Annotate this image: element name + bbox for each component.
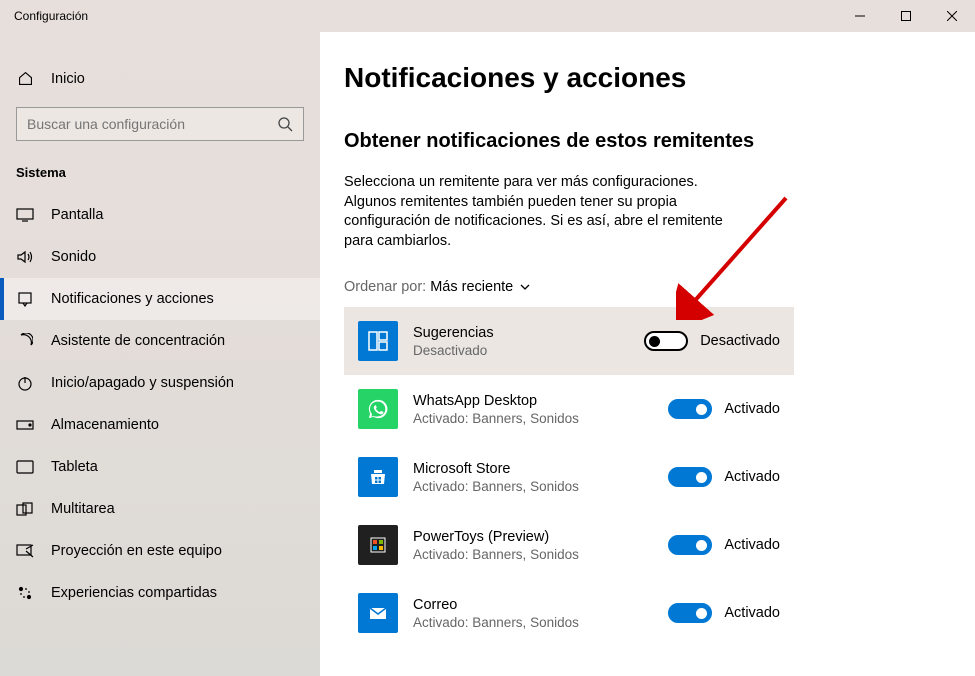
- sound-icon: [16, 249, 34, 265]
- sort-dropdown[interactable]: Ordenar por: Más reciente: [344, 279, 975, 295]
- sender-name: WhatsApp Desktop: [413, 393, 653, 409]
- toggle-powertoys[interactable]: [668, 535, 712, 555]
- senders-section-title: Obtener notificaciones de estos remitent…: [344, 130, 975, 153]
- sugerencias-icon: [358, 321, 398, 361]
- sender-correo[interactable]: Correo Activado: Banners, Sonidos Activa…: [344, 579, 794, 647]
- nav-label: Asistente de concentración: [51, 333, 225, 349]
- sender-status: Activado: Banners, Sonidos: [413, 411, 653, 426]
- sender-status: Activado: Banners, Sonidos: [413, 479, 653, 494]
- sender-whatsapp[interactable]: WhatsApp Desktop Activado: Banners, Soni…: [344, 375, 794, 443]
- toggle-store[interactable]: [668, 467, 712, 487]
- notifications-icon: [16, 291, 34, 307]
- toggle-label: Desactivado: [700, 333, 780, 349]
- sender-status: Desactivado: [413, 343, 629, 358]
- nav-pantalla[interactable]: Pantalla: [0, 194, 320, 236]
- chevron-down-icon: [519, 279, 531, 295]
- projection-icon: [16, 544, 34, 558]
- maximize-button[interactable]: [883, 0, 929, 32]
- nav-label: Sonido: [51, 249, 96, 265]
- nav-projection[interactable]: Proyección en este equipo: [0, 530, 320, 572]
- senders-list: Sugerencias Desactivado Desactivado What…: [344, 307, 794, 647]
- nav-label: Inicio/apagado y suspensión: [51, 375, 234, 391]
- mail-icon: [358, 593, 398, 633]
- nav-sonido[interactable]: Sonido: [0, 236, 320, 278]
- toggle-label: Activado: [724, 469, 780, 485]
- nav-label: Almacenamiento: [51, 417, 159, 433]
- nav-label: Tableta: [51, 459, 98, 475]
- main-panel: Notificaciones y acciones Obtener notifi…: [320, 32, 975, 676]
- sender-sugerencias[interactable]: Sugerencias Desactivado Desactivado: [344, 307, 794, 375]
- sender-status: Activado: Banners, Sonidos: [413, 615, 653, 630]
- page-title: Notificaciones y acciones: [344, 62, 975, 94]
- sender-name: PowerToys (Preview): [413, 529, 653, 545]
- nav-power[interactable]: Inicio/apagado y suspensión: [0, 362, 320, 404]
- toggle-whatsapp[interactable]: [668, 399, 712, 419]
- sender-name: Sugerencias: [413, 325, 629, 341]
- sender-name: Correo: [413, 597, 653, 613]
- sort-value: Más reciente: [430, 279, 513, 295]
- sender-store[interactable]: Microsoft Store Activado: Banners, Sonid…: [344, 443, 794, 511]
- tablet-icon: [16, 460, 34, 474]
- sidebar-section-label: Sistema: [0, 159, 320, 194]
- window-title: Configuración: [14, 9, 837, 23]
- nav-asistente[interactable]: Asistente de concentración: [0, 320, 320, 362]
- nav-label: Proyección en este equipo: [51, 543, 222, 559]
- titlebar: Configuración: [0, 0, 975, 32]
- nav-label: Pantalla: [51, 207, 103, 223]
- nav-notificaciones[interactable]: Notificaciones y acciones: [0, 278, 320, 320]
- home-icon: [16, 70, 34, 87]
- display-icon: [16, 208, 34, 222]
- home-link[interactable]: Inicio: [0, 60, 320, 97]
- search-input[interactable]: [27, 116, 277, 132]
- toggle-label: Activado: [724, 605, 780, 621]
- search-input-wrap[interactable]: [16, 107, 304, 141]
- senders-section-desc: Selecciona un remitente para ver más con…: [344, 173, 744, 251]
- nav-shared[interactable]: Experiencias compartidas: [0, 572, 320, 614]
- close-button[interactable]: [929, 0, 975, 32]
- multitask-icon: [16, 502, 34, 516]
- search-icon: [277, 116, 293, 132]
- shared-icon: [16, 585, 34, 601]
- focus-icon: [16, 333, 34, 349]
- powertoys-icon: [358, 525, 398, 565]
- sort-label: Ordenar por:: [344, 279, 426, 295]
- nav-storage[interactable]: Almacenamiento: [0, 404, 320, 446]
- minimize-button[interactable]: [837, 0, 883, 32]
- toggle-sugerencias[interactable]: [644, 331, 688, 351]
- sender-name: Microsoft Store: [413, 461, 653, 477]
- home-label: Inicio: [51, 71, 85, 87]
- toggle-label: Activado: [724, 537, 780, 553]
- nav-label: Multitarea: [51, 501, 115, 517]
- sender-powertoys[interactable]: PowerToys (Preview) Activado: Banners, S…: [344, 511, 794, 579]
- toggle-label: Activado: [724, 401, 780, 417]
- nav-tablet[interactable]: Tableta: [0, 446, 320, 488]
- store-icon: [358, 457, 398, 497]
- storage-icon: [16, 420, 34, 430]
- sender-status: Activado: Banners, Sonidos: [413, 547, 653, 562]
- toggle-correo[interactable]: [668, 603, 712, 623]
- nav-label: Experiencias compartidas: [51, 585, 217, 601]
- power-icon: [16, 375, 34, 391]
- whatsapp-icon: [358, 389, 398, 429]
- nav-label: Notificaciones y acciones: [51, 291, 214, 307]
- nav-multitask[interactable]: Multitarea: [0, 488, 320, 530]
- sidebar: Inicio Sistema Pantalla Sonido Noti: [0, 32, 320, 676]
- window-controls: [837, 0, 975, 32]
